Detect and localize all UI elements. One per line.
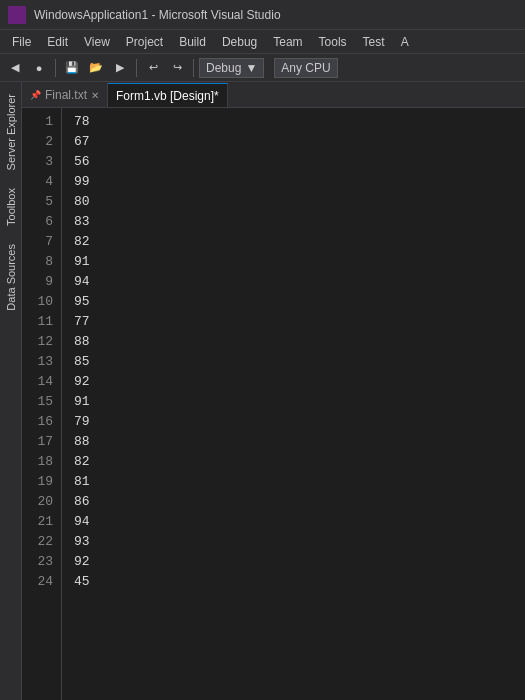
debug-dropdown-arrow: ▼ xyxy=(245,61,257,75)
code-lines: 7867569980838291949577888592917988828186… xyxy=(62,108,525,700)
menu-view[interactable]: View xyxy=(76,30,118,53)
line-number: 1 xyxy=(22,112,53,132)
toolbar-undo-button[interactable]: ↩ xyxy=(142,57,164,79)
svg-rect-1 xyxy=(18,9,23,14)
line-number: 21 xyxy=(22,512,53,532)
tab-final-txt-label: Final.txt xyxy=(45,88,87,102)
code-line: 45 xyxy=(74,572,525,592)
line-number: 23 xyxy=(22,552,53,572)
code-line: 82 xyxy=(74,232,525,252)
menu-build[interactable]: Build xyxy=(171,30,214,53)
code-line: 67 xyxy=(74,132,525,152)
line-number: 7 xyxy=(22,232,53,252)
sidebar-tab-toolbox[interactable]: Toolbox xyxy=(2,180,20,234)
code-content: 123456789101112131415161718192021222324 … xyxy=(22,108,525,700)
menu-bar: File Edit View Project Build Debug Team … xyxy=(0,30,525,54)
line-number: 6 xyxy=(22,212,53,232)
svg-rect-2 xyxy=(11,16,16,21)
code-line: 95 xyxy=(74,292,525,312)
code-line: 94 xyxy=(74,512,525,532)
menu-team[interactable]: Team xyxy=(265,30,310,53)
code-line: 94 xyxy=(74,272,525,292)
line-number: 12 xyxy=(22,332,53,352)
code-line: 77 xyxy=(74,312,525,332)
tab-final-txt[interactable]: 📌 Final.txt ✕ xyxy=(22,83,108,107)
code-line: 56 xyxy=(74,152,525,172)
window-title: WindowsApplication1 - Microsoft Visual S… xyxy=(34,8,281,22)
code-line: 80 xyxy=(74,192,525,212)
main-area: Server Explorer Toolbox Data Sources 📌 F… xyxy=(0,82,525,700)
code-line: 81 xyxy=(74,472,525,492)
line-number: 17 xyxy=(22,432,53,452)
line-number: 13 xyxy=(22,352,53,372)
line-number: 10 xyxy=(22,292,53,312)
tab-form1-vb-label: Form1.vb [Design]* xyxy=(116,89,219,103)
toolbar-dot-button[interactable]: ● xyxy=(28,57,50,79)
tab-close-icon[interactable]: ✕ xyxy=(91,90,99,101)
code-line: 91 xyxy=(74,392,525,412)
menu-file[interactable]: File xyxy=(4,30,39,53)
line-number: 5 xyxy=(22,192,53,212)
code-line: 99 xyxy=(74,172,525,192)
toolbar-save-button[interactable]: 💾 xyxy=(61,57,83,79)
line-number: 22 xyxy=(22,532,53,552)
line-number: 8 xyxy=(22,252,53,272)
code-line: 88 xyxy=(74,432,525,452)
line-number: 20 xyxy=(22,492,53,512)
svg-rect-3 xyxy=(18,16,23,21)
menu-debug[interactable]: Debug xyxy=(214,30,265,53)
code-line: 93 xyxy=(74,532,525,552)
editor-area: 📌 Final.txt ✕ Form1.vb [Design]* 1234567… xyxy=(22,82,525,700)
tab-bar: 📌 Final.txt ✕ Form1.vb [Design]* xyxy=(22,82,525,108)
code-line: 82 xyxy=(74,452,525,472)
code-line: 91 xyxy=(74,252,525,272)
toolbar-run-button[interactable]: ▶ xyxy=(109,57,131,79)
debug-label: Debug xyxy=(206,61,241,75)
menu-tools[interactable]: Tools xyxy=(311,30,355,53)
line-number: 11 xyxy=(22,312,53,332)
toolbar: ◀ ● 💾 📂 ▶ ↩ ↪ Debug ▼ Any CPU xyxy=(0,54,525,82)
line-number: 9 xyxy=(22,272,53,292)
app-icon xyxy=(8,6,26,24)
cpu-label: Any CPU xyxy=(281,61,330,75)
left-sidebar: Server Explorer Toolbox Data Sources xyxy=(0,82,22,700)
tab-pin-icon: 📌 xyxy=(30,90,41,100)
line-number: 18 xyxy=(22,452,53,472)
line-numbers: 123456789101112131415161718192021222324 xyxy=(22,108,62,700)
code-line: 78 xyxy=(74,112,525,132)
toolbar-redo-button[interactable]: ↪ xyxy=(166,57,188,79)
menu-test[interactable]: Test xyxy=(355,30,393,53)
debug-dropdown[interactable]: Debug ▼ xyxy=(199,58,264,78)
sidebar-tab-server-explorer[interactable]: Server Explorer xyxy=(2,86,20,178)
toolbar-open-button[interactable]: 📂 xyxy=(85,57,107,79)
menu-more[interactable]: A xyxy=(393,30,417,53)
code-line: 86 xyxy=(74,492,525,512)
line-number: 16 xyxy=(22,412,53,432)
code-line: 92 xyxy=(74,552,525,572)
code-line: 88 xyxy=(74,332,525,352)
svg-rect-0 xyxy=(11,9,16,14)
line-number: 4 xyxy=(22,172,53,192)
toolbar-separator-1 xyxy=(55,59,56,77)
tab-form1-vb[interactable]: Form1.vb [Design]* xyxy=(108,83,228,107)
toolbar-back-button[interactable]: ◀ xyxy=(4,57,26,79)
code-line: 92 xyxy=(74,372,525,392)
line-number: 19 xyxy=(22,472,53,492)
cpu-dropdown[interactable]: Any CPU xyxy=(274,58,337,78)
sidebar-tab-data-sources[interactable]: Data Sources xyxy=(2,236,20,319)
line-number: 15 xyxy=(22,392,53,412)
line-number: 3 xyxy=(22,152,53,172)
title-bar: WindowsApplication1 - Microsoft Visual S… xyxy=(0,0,525,30)
code-line: 79 xyxy=(74,412,525,432)
menu-project[interactable]: Project xyxy=(118,30,171,53)
line-number: 14 xyxy=(22,372,53,392)
code-line: 83 xyxy=(74,212,525,232)
menu-edit[interactable]: Edit xyxy=(39,30,76,53)
toolbar-separator-2 xyxy=(136,59,137,77)
code-line: 85 xyxy=(74,352,525,372)
line-number: 24 xyxy=(22,572,53,592)
toolbar-separator-3 xyxy=(193,59,194,77)
line-number: 2 xyxy=(22,132,53,152)
